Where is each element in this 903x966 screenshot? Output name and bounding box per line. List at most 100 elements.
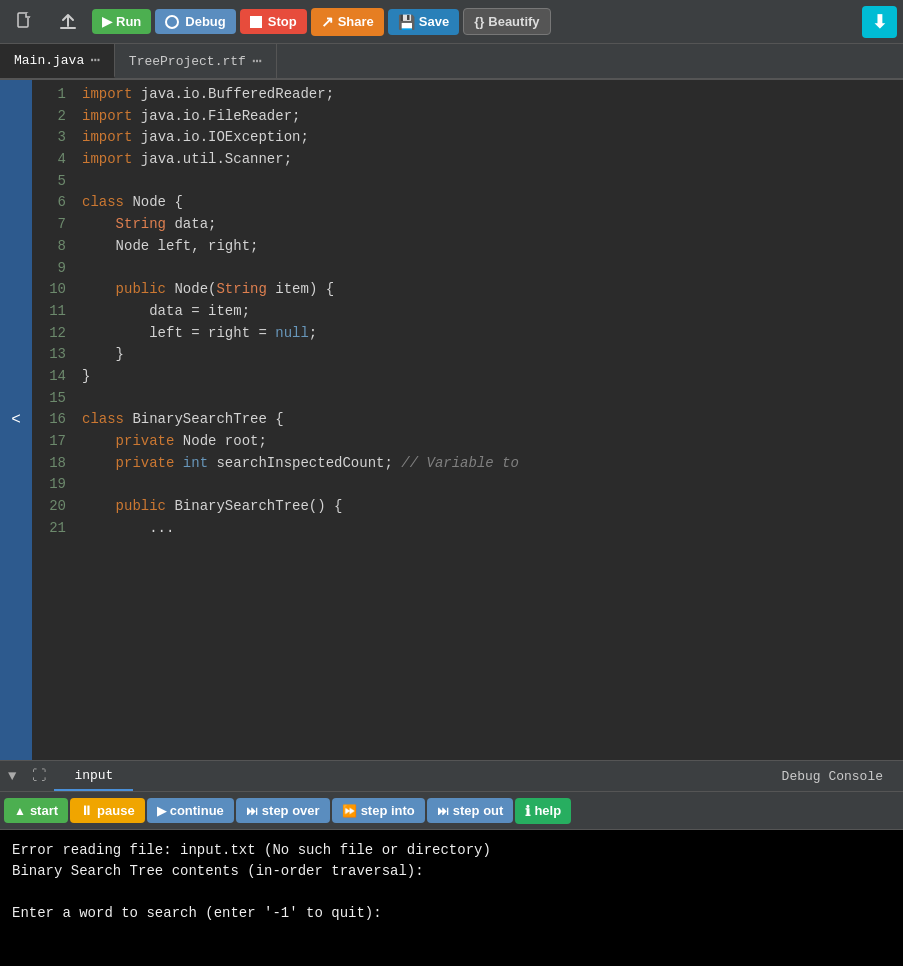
stop-label: Stop bbox=[268, 14, 297, 29]
code-line-11: data = item; bbox=[82, 301, 903, 323]
code-line-20: public BinarySearchTree() { bbox=[82, 496, 903, 518]
line-num: 18 bbox=[32, 453, 66, 475]
beautify-label: Beautify bbox=[488, 14, 539, 29]
start-label: start bbox=[30, 803, 58, 818]
line-num: 13 bbox=[32, 344, 66, 366]
debug-button[interactable]: Debug bbox=[155, 9, 235, 34]
step-over-label: step over bbox=[262, 803, 320, 818]
run-button[interactable]: Run bbox=[92, 9, 151, 34]
line-num: 11 bbox=[32, 301, 66, 323]
continue-label: continue bbox=[170, 803, 224, 818]
code-line-5 bbox=[82, 171, 903, 193]
code-line-21: ... bbox=[82, 518, 903, 540]
start-button[interactable]: ▲ start bbox=[4, 798, 68, 823]
code-line-14: } bbox=[82, 366, 903, 388]
step-out-button[interactable]: ⏭ step out bbox=[427, 798, 514, 823]
code-line-1: import java.io.BufferedReader; bbox=[82, 84, 903, 106]
line-num: 20 bbox=[32, 496, 66, 518]
run-icon bbox=[102, 14, 112, 29]
code-line-10: public Node(String item) { bbox=[82, 279, 903, 301]
panel-split: ▼ ⛶ input Debug Console bbox=[0, 760, 903, 792]
code-line-18: private int searchInspectedCount; // Var… bbox=[82, 453, 903, 475]
line-num: 9 bbox=[32, 258, 66, 280]
line-num: 17 bbox=[32, 431, 66, 453]
help-icon: ℹ bbox=[525, 803, 530, 819]
line-num: 14 bbox=[32, 366, 66, 388]
code-line-17: private Node root; bbox=[82, 431, 903, 453]
code-line-15 bbox=[82, 388, 903, 410]
line-num: 21 bbox=[32, 518, 66, 540]
help-label: help bbox=[534, 803, 561, 818]
step-over-icon: ⏭ bbox=[246, 804, 258, 818]
share-button[interactable]: ↗ Share bbox=[311, 8, 384, 36]
tab-main-java-menu[interactable]: ⋯ bbox=[90, 50, 100, 70]
console-line-1: Error reading file: input.txt (No such f… bbox=[12, 840, 891, 861]
debug-controls: ▲ start ⏸ pause ▶ continue ⏭ step over ⏩… bbox=[0, 792, 903, 830]
step-into-icon: ⏩ bbox=[342, 804, 357, 818]
download-button[interactable]: ⬇ bbox=[862, 6, 897, 38]
share-icon: ↗ bbox=[321, 13, 334, 31]
file-button[interactable] bbox=[6, 7, 44, 37]
step-into-button[interactable]: ⏩ step into bbox=[332, 798, 425, 823]
help-button[interactable]: ℹ help bbox=[515, 798, 571, 824]
tab-main-java-label: Main.java bbox=[14, 53, 84, 68]
continue-icon: ▶ bbox=[157, 804, 166, 818]
pause-icon: ⏸ bbox=[80, 803, 93, 818]
line-num: 12 bbox=[32, 323, 66, 345]
line-num: 6 bbox=[32, 192, 66, 214]
code-line-12: left = right = null; bbox=[82, 323, 903, 345]
upload-button[interactable] bbox=[48, 7, 88, 37]
line-numbers: 1 2 3 4 5 6 7 8 9 10 11 12 13 14 15 16 1… bbox=[32, 80, 74, 760]
run-label: Run bbox=[116, 14, 141, 29]
console-line-3 bbox=[12, 882, 891, 903]
line-num: 1 bbox=[32, 84, 66, 106]
toolbar: Run Debug Stop ↗ Share 💾 Save {} Beautif… bbox=[0, 0, 903, 44]
input-tab[interactable]: input bbox=[54, 762, 133, 791]
line-num: 4 bbox=[32, 149, 66, 171]
code-line-19 bbox=[82, 474, 903, 496]
line-num: 2 bbox=[32, 106, 66, 128]
console-line-4: Enter a word to search (enter '-1' to qu… bbox=[12, 903, 891, 924]
step-over-button[interactable]: ⏭ step over bbox=[236, 798, 330, 823]
line-num: 15 bbox=[32, 388, 66, 410]
tabs-bar: Main.java ⋯ TreeProject.rtf ⋯ bbox=[0, 44, 903, 80]
console-output: Error reading file: input.txt (No such f… bbox=[0, 830, 903, 966]
debug-console-tab[interactable]: Debug Console bbox=[762, 763, 903, 790]
collapse-panel-icon[interactable]: ▼ bbox=[0, 768, 24, 784]
code-editor[interactable]: import java.io.BufferedReader; import ja… bbox=[74, 80, 903, 760]
code-line-8: Node left, right; bbox=[82, 236, 903, 258]
left-sidebar[interactable]: < bbox=[0, 80, 32, 760]
share-label: Share bbox=[338, 14, 374, 29]
beautify-button[interactable]: {} Beautify bbox=[463, 8, 550, 35]
tab-main-java[interactable]: Main.java ⋯ bbox=[0, 44, 115, 78]
editor-area: < 1 2 3 4 5 6 7 8 9 10 11 12 13 14 15 16… bbox=[0, 80, 903, 760]
collapse-arrow[interactable]: < bbox=[11, 411, 21, 429]
line-num: 8 bbox=[32, 236, 66, 258]
pause-button[interactable]: ⏸ pause bbox=[70, 798, 145, 823]
stop-icon bbox=[250, 16, 262, 28]
stop-button[interactable]: Stop bbox=[240, 9, 307, 34]
code-line-13: } bbox=[82, 344, 903, 366]
continue-button[interactable]: ▶ continue bbox=[147, 798, 234, 823]
save-button[interactable]: 💾 Save bbox=[388, 9, 459, 35]
start-icon: ▲ bbox=[14, 804, 26, 818]
console-line-2: Binary Search Tree contents (in-order tr… bbox=[12, 861, 891, 882]
debug-icon bbox=[165, 15, 179, 29]
code-line-3: import java.io.IOException; bbox=[82, 127, 903, 149]
step-out-icon: ⏭ bbox=[437, 804, 449, 818]
line-num: 19 bbox=[32, 474, 66, 496]
code-line-9 bbox=[82, 258, 903, 280]
line-num: 7 bbox=[32, 214, 66, 236]
line-num: 10 bbox=[32, 279, 66, 301]
step-out-label: step out bbox=[453, 803, 504, 818]
line-num: 16 bbox=[32, 409, 66, 431]
code-line-4: import java.util.Scanner; bbox=[82, 149, 903, 171]
expand-panel-icon[interactable]: ⛶ bbox=[24, 768, 54, 784]
tab-tree-project-menu[interactable]: ⋯ bbox=[252, 51, 262, 71]
beautify-icon: {} bbox=[474, 14, 484, 29]
debug-label: Debug bbox=[185, 14, 225, 29]
tab-tree-project[interactable]: TreeProject.rtf ⋯ bbox=[115, 44, 277, 78]
code-line-6: class Node { bbox=[82, 192, 903, 214]
line-num: 3 bbox=[32, 127, 66, 149]
step-into-label: step into bbox=[361, 803, 415, 818]
